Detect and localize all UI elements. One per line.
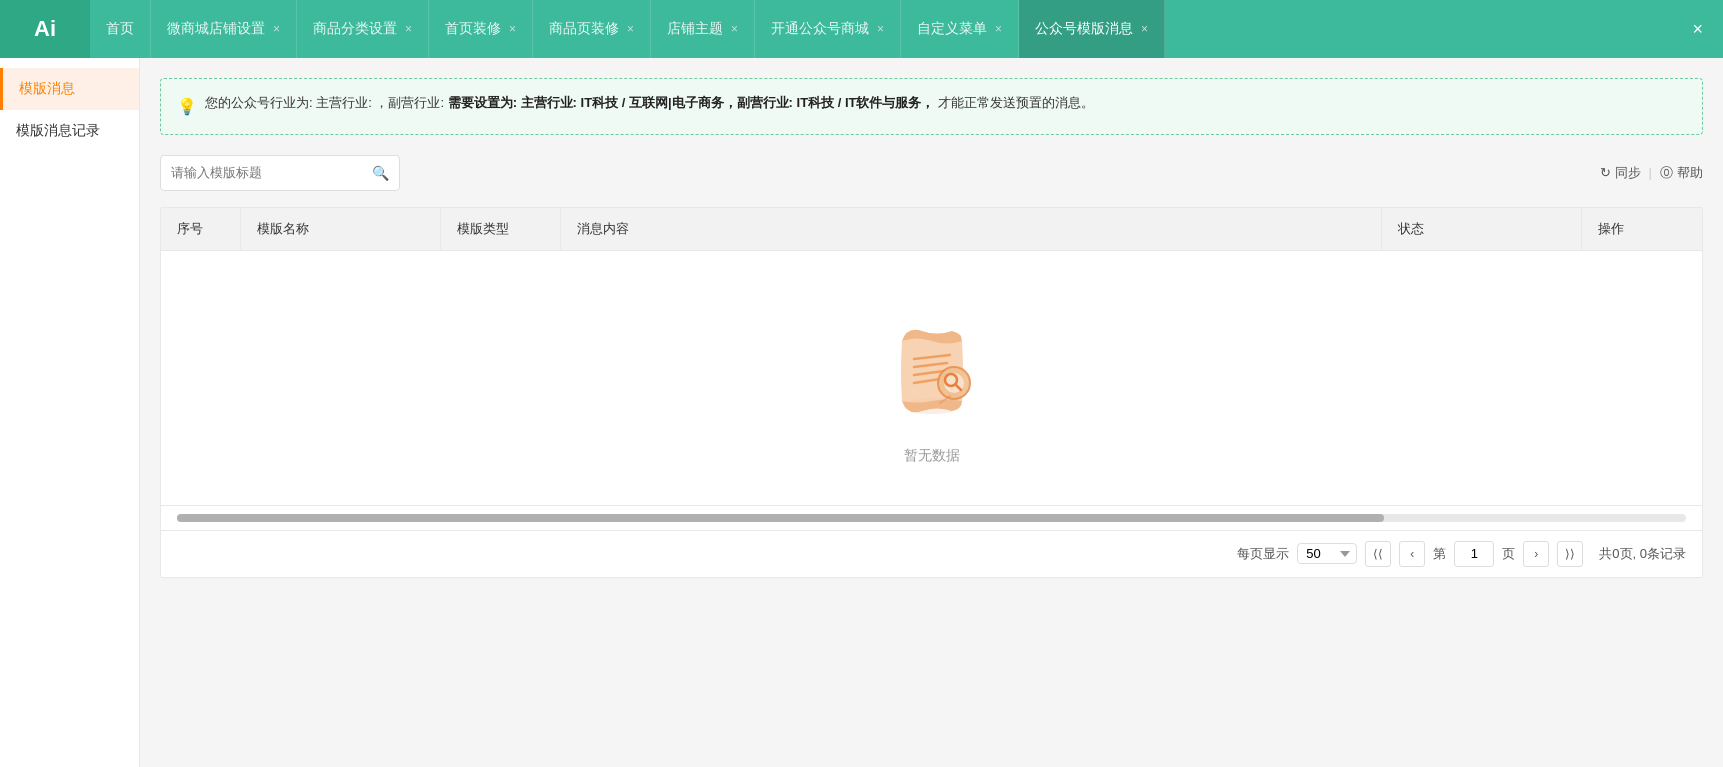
tab-close-template-msg[interactable]: × — [1141, 22, 1148, 36]
nav-tab-shop-theme[interactable]: 店铺主题× — [651, 0, 755, 58]
table-header: 序号模版名称模版类型消息内容状态操作 — [161, 208, 1702, 251]
top-nav: Ai 首页微商城店铺设置×商品分类设置×首页装修×商品页装修×店铺主题×开通公众… — [0, 0, 1723, 58]
nav-tab-home-decor[interactable]: 首页装修× — [429, 0, 533, 58]
content-area: 💡 您的公众号行业为: 主营行业: ，副营行业: 需要设置为: 主营行业: IT… — [140, 58, 1723, 767]
next-page-button[interactable]: › — [1523, 541, 1549, 567]
scroll-bar-track[interactable] — [177, 514, 1686, 522]
help-label: 帮助 — [1677, 164, 1703, 182]
sync-label: 同步 — [1615, 164, 1641, 182]
nav-tab-open-wechat[interactable]: 开通公众号商城× — [755, 0, 901, 58]
prev-page-button[interactable]: ‹ — [1399, 541, 1425, 567]
action-divider: | — [1649, 165, 1652, 180]
search-input[interactable] — [171, 165, 372, 180]
table-header-消息内容: 消息内容 — [561, 208, 1382, 250]
nav-tab-wshop-settings[interactable]: 微商城店铺设置× — [151, 0, 297, 58]
notice-box: 💡 您的公众号行业为: 主营行业: ，副营行业: 需要设置为: 主营行业: IT… — [160, 78, 1703, 135]
notice-suffix: 才能正常发送预置的消息。 — [938, 95, 1094, 110]
per-page-select[interactable]: 102050100 — [1297, 543, 1357, 564]
search-input-wrap: 🔍 — [160, 155, 400, 191]
tab-close-product-decor[interactable]: × — [627, 22, 634, 36]
pagination: 每页显示 102050100 ⟨⟨ ‹ 第 页 › ⟩⟩ 共0页, 0条记录 — [161, 530, 1702, 577]
table-header-序号: 序号 — [161, 208, 241, 250]
table-header-模版名称: 模版名称 — [241, 208, 441, 250]
main-layout: 模版消息模版消息记录 💡 您的公众号行业为: 主营行业: ，副营行业: 需要设置… — [0, 58, 1723, 767]
tab-close-custom-menu[interactable]: × — [995, 22, 1002, 36]
scroll-bar-thumb[interactable] — [177, 514, 1384, 522]
empty-text: 暂无数据 — [904, 447, 960, 465]
page-label: 页 — [1502, 545, 1515, 563]
first-page-button[interactable]: ⟨⟨ — [1365, 541, 1391, 567]
sidebar-item-template-msg[interactable]: 模版消息 — [0, 68, 139, 110]
table-header-状态: 状态 — [1382, 208, 1582, 250]
nav-tab-template-msg[interactable]: 公众号模版消息× — [1019, 0, 1165, 58]
help-icon: ⓪ — [1660, 164, 1673, 182]
data-table: 序号模版名称模版类型消息内容状态操作 — [160, 207, 1703, 578]
nav-tab-product-decor[interactable]: 商品页装修× — [533, 0, 651, 58]
nav-tabs: 首页微商城店铺设置×商品分类设置×首页装修×商品页装修×店铺主题×开通公众号商城… — [90, 0, 1672, 58]
total-info: 共0页, 0条记录 — [1599, 545, 1686, 563]
empty-state: 暂无数据 — [161, 251, 1702, 505]
close-all-button[interactable]: × — [1672, 0, 1723, 58]
notice-highlight: 需要设置为: 主营行业: IT科技 / 互联网|电子商务，副营行业: IT科技 … — [448, 95, 935, 110]
search-actions: ↻ 同步 | ⓪ 帮助 — [1600, 164, 1703, 182]
search-icon[interactable]: 🔍 — [372, 165, 389, 181]
nav-tab-home[interactable]: 首页 — [90, 0, 151, 58]
tab-close-wshop-settings[interactable]: × — [273, 22, 280, 36]
scroll-bar-wrap — [161, 505, 1702, 530]
tab-close-open-wechat[interactable]: × — [877, 22, 884, 36]
tab-close-category-settings[interactable]: × — [405, 22, 412, 36]
table-header-操作: 操作 — [1582, 208, 1702, 250]
empty-illustration — [872, 311, 992, 431]
table-header-模版类型: 模版类型 — [441, 208, 561, 250]
tab-close-home-decor[interactable]: × — [509, 22, 516, 36]
sidebar: 模版消息模版消息记录 — [0, 58, 140, 767]
sidebar-item-template-record[interactable]: 模版消息记录 — [0, 110, 139, 152]
notice-icon: 💡 — [177, 94, 197, 120]
last-page-button[interactable]: ⟩⟩ — [1557, 541, 1583, 567]
tab-close-shop-theme[interactable]: × — [731, 22, 738, 36]
search-bar: 🔍 ↻ 同步 | ⓪ 帮助 — [160, 155, 1703, 191]
sync-icon: ↻ — [1600, 165, 1611, 180]
notice-prefix: 您的公众号行业为: 主营行业: ，副营行业: — [205, 95, 448, 110]
notice-text: 您的公众号行业为: 主营行业: ，副营行业: 需要设置为: 主营行业: IT科技… — [205, 93, 1686, 114]
per-page-label: 每页显示 — [1237, 545, 1289, 563]
nav-tab-custom-menu[interactable]: 自定义菜单× — [901, 0, 1019, 58]
sync-button[interactable]: ↻ 同步 — [1600, 164, 1641, 182]
current-page-input[interactable] — [1454, 541, 1494, 567]
page-prefix: 第 — [1433, 545, 1446, 563]
app-logo: Ai — [0, 0, 90, 58]
help-button[interactable]: ⓪ 帮助 — [1660, 164, 1703, 182]
nav-tab-category-settings[interactable]: 商品分类设置× — [297, 0, 429, 58]
